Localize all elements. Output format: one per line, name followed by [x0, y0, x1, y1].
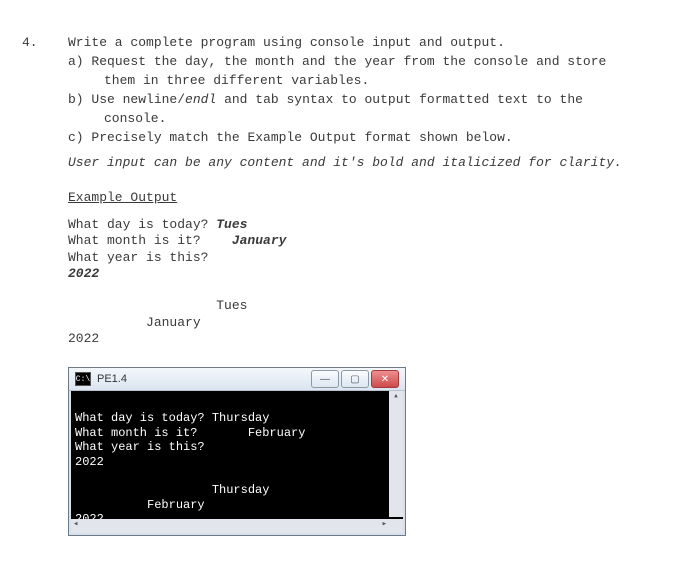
console-window: C:\ PE1.4 — ▢ ✕ What day is today? Thurs…: [68, 367, 406, 536]
item-c: c) Precisely match the Example Output fo…: [68, 130, 688, 145]
question-content: Write a complete program using console i…: [68, 35, 688, 536]
sample-io: What day is today? Tues What month is it…: [68, 217, 688, 347]
item-a-text: Request the day, the month and the year …: [91, 54, 606, 69]
sample-l2a: What month is it?: [68, 233, 232, 248]
item-c-text: Precisely match the Example Output forma…: [91, 130, 512, 145]
example-heading: Example Output: [68, 190, 688, 205]
vertical-scrollbar[interactable]: [389, 391, 403, 517]
item-a: a) Request the day, the month and the ye…: [68, 54, 688, 69]
close-button[interactable]: ✕: [371, 370, 399, 388]
sample-out3: 2022: [68, 331, 99, 346]
item-b: b) Use newline/endl and tab syntax to ou…: [68, 92, 688, 107]
sample-l2b: January: [232, 233, 287, 248]
item-c-label: c): [68, 130, 84, 145]
console-output: What day is today? Thursday What month i…: [69, 391, 405, 535]
item-a-cont: them in three different variables.: [104, 73, 688, 88]
question-number: 4.: [22, 35, 38, 50]
horizontal-scrollbar[interactable]: [71, 519, 403, 533]
minimize-button[interactable]: —: [311, 370, 339, 388]
sample-l3: What year is this?: [68, 250, 208, 265]
sample-l4: 2022: [68, 266, 99, 281]
window-title: PE1.4: [97, 373, 127, 385]
item-b-cont: console.: [104, 111, 688, 126]
item-b-label: b): [68, 92, 84, 107]
item-a-label: a): [68, 54, 84, 69]
titlebar: C:\ PE1.4 — ▢ ✕: [69, 368, 405, 391]
sample-l1b: Tues: [216, 217, 247, 232]
app-icon: C:\: [75, 372, 91, 386]
maximize-button[interactable]: ▢: [341, 370, 369, 388]
note-line: User input can be any content and it's b…: [68, 155, 688, 170]
sample-out2: January: [68, 315, 201, 330]
console-text: What day is today? Thursday What month i…: [75, 411, 305, 526]
sample-out1: Tues: [68, 298, 247, 313]
item-b-text1: Use newline/: [91, 92, 185, 107]
prompt-line: Write a complete program using console i…: [68, 35, 688, 50]
item-b-text2: and tab syntax to output formatted text …: [216, 92, 583, 107]
sample-l1a: What day is today?: [68, 217, 216, 232]
endl-keyword: endl: [185, 92, 216, 107]
window-buttons: — ▢ ✕: [311, 370, 399, 388]
